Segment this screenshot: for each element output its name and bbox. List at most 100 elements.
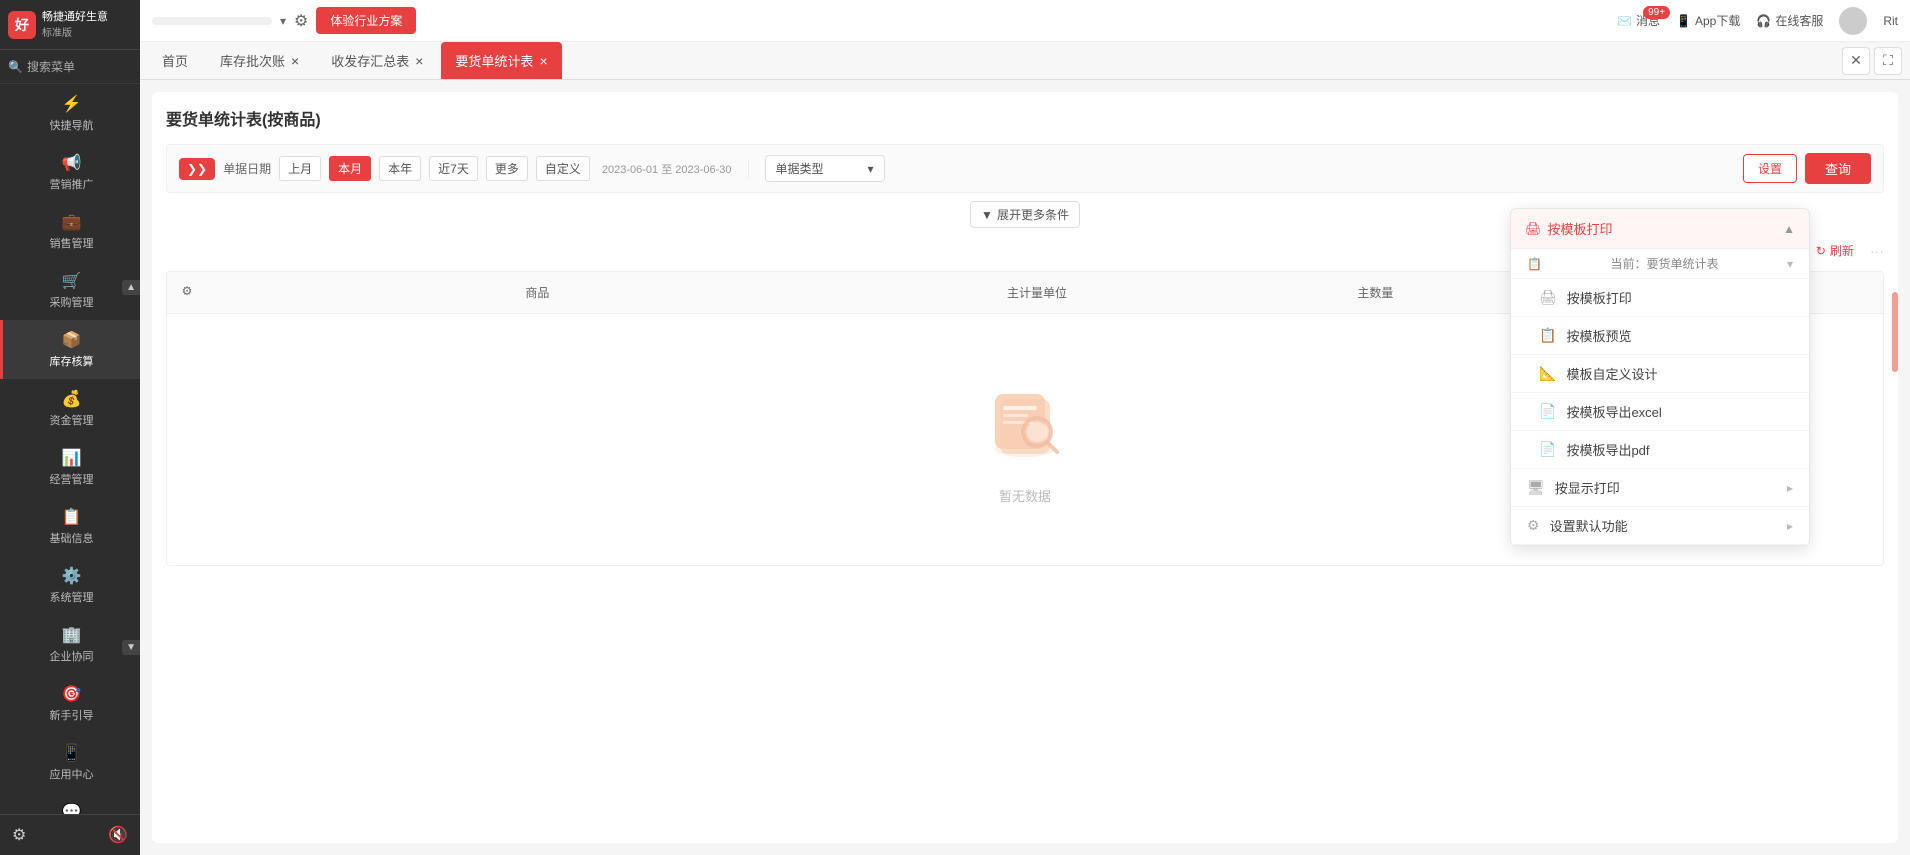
date-btn-this-year[interactable]: 本年 xyxy=(379,156,421,181)
expand-more-btn[interactable]: ▼ 展开更多条件 xyxy=(970,201,1080,228)
sidebar: 好 畅捷通好生意 标准版 🔍 搜索菜单 ⚡ 快捷导航 📢 营销推广 💼 销售管理… xyxy=(0,0,140,855)
tab-receipt-summary-close[interactable]: × xyxy=(415,54,423,68)
date-range-display: 2023-06-01 至 2023-06-30 xyxy=(602,161,732,177)
page-title: 要货单统计表(按商品) xyxy=(166,106,1884,130)
th-quantity: 主数量 xyxy=(1206,280,1544,305)
purchase-icon: 🛒 xyxy=(62,271,82,291)
scroll-thumb[interactable] xyxy=(1892,292,1898,372)
sidebar-item-wechat[interactable]: 💬 企业微信 xyxy=(0,792,140,814)
app-name: 畅捷通好生意 xyxy=(42,10,108,24)
sidebar-search[interactable]: 🔍 搜索菜单 xyxy=(0,50,140,84)
dropdown-title: 🖨 按模板打印 xyxy=(1525,219,1613,238)
app-download-btn[interactable]: 📱 App下载 xyxy=(1676,12,1740,29)
sidebar-item-sales[interactable]: 💼 销售管理 xyxy=(0,202,140,261)
headset-icon: 🎧 xyxy=(1756,14,1771,28)
sidebar-item-finance[interactable]: 💰 资金管理 xyxy=(0,379,140,438)
industry-btn[interactable]: 体验行业方案 xyxy=(316,7,416,34)
sidebar-item-operation[interactable]: 📊 经营管理 xyxy=(0,438,140,497)
date-btn-this-month[interactable]: 本月 xyxy=(329,156,371,181)
date-btn-custom[interactable]: 自定义 xyxy=(536,156,590,181)
sidebar-item-purchase[interactable]: 🛒 采购管理 xyxy=(0,261,140,320)
type-select-label: 单据类型 xyxy=(776,160,824,177)
tab-order-summary-close[interactable]: × xyxy=(539,54,547,68)
dropdown-item-display-print[interactable]: 🖥 按显示打印 ▸ xyxy=(1511,469,1809,507)
sidebar-item-label: 销售管理 xyxy=(50,235,94,251)
template-custom-label: 模板自定义设计 xyxy=(1566,364,1793,383)
message-btn[interactable]: ✉️ 消息 99+ xyxy=(1617,12,1660,29)
topbar-search-box xyxy=(152,17,272,25)
tab-home[interactable]: 首页 xyxy=(148,42,202,79)
sidebar-scroll-down[interactable]: ▼ xyxy=(122,640,140,655)
dropdown-item-export-excel[interactable]: 📄 按模板导出excel xyxy=(1511,393,1809,431)
sidebar-item-system[interactable]: ⚙️ 系统管理 xyxy=(0,556,140,615)
current-arrow: ▾ xyxy=(1787,257,1793,271)
app-version: 标准版 xyxy=(42,24,108,39)
filter-expand-icon-btn[interactable]: ❯❯ xyxy=(179,158,215,180)
default-func-arrow: ▸ xyxy=(1787,519,1793,533)
tab-batch-account[interactable]: 库存批次账 × xyxy=(206,42,313,79)
date-btn-prev-month[interactable]: 上月 xyxy=(279,156,321,181)
sidebar-item-quick-nav[interactable]: ⚡ 快捷导航 xyxy=(0,84,140,143)
tab-receipt-summary[interactable]: 收发存汇总表 × xyxy=(317,42,437,79)
settings-btn[interactable]: 设置 xyxy=(1743,154,1797,183)
empty-text: 暂无数据 xyxy=(999,486,1051,505)
refresh-btn[interactable]: ↻ 刷新 xyxy=(1808,238,1862,263)
export-pdf-label: 按模板导出pdf xyxy=(1566,440,1793,459)
query-btn[interactable]: 查询 xyxy=(1805,153,1871,184)
sidebar-item-label: 基础信息 xyxy=(50,530,94,546)
sidebar-item-label: 应用中心 xyxy=(50,766,94,782)
sidebar-item-newbie[interactable]: 🎯 新手引导 xyxy=(0,674,140,733)
dropdown-item-default-func[interactable]: ⚙ 设置默认功能 ▸ xyxy=(1511,507,1809,545)
dropdown-item-template-custom[interactable]: 📐 模板自定义设计 xyxy=(1511,355,1809,393)
tabs-bar: 首页 库存批次账 × 收发存汇总表 × 要货单统计表 × ✕ ⛶ xyxy=(140,42,1910,80)
operation-icon: 📊 xyxy=(62,448,82,468)
maximize-tab-btn[interactable]: ⛶ xyxy=(1874,47,1902,75)
more-options-btn[interactable]: ··· xyxy=(1870,243,1884,259)
mute-icon[interactable]: 🔇 xyxy=(108,825,128,845)
dropdown-item-export-pdf[interactable]: 📄 按模板导出pdf xyxy=(1511,431,1809,469)
sidebar-item-label: 系统管理 xyxy=(50,589,94,605)
date-btn-7days[interactable]: 近7天 xyxy=(429,156,478,181)
sidebar-item-enterprise[interactable]: 🏢 企业协同 xyxy=(0,615,140,674)
th-product: 商品 xyxy=(207,280,868,305)
dropdown-current-label: 📋 当前：要货单统计表 ▾ xyxy=(1511,249,1809,279)
sidebar-item-label: 营销推广 xyxy=(50,176,94,192)
topbar-gear-icon[interactable]: ⚙ xyxy=(294,11,308,31)
sidebar-item-inventory[interactable]: 📦 库存核算 xyxy=(0,320,140,379)
sidebar-item-label: 企业协同 xyxy=(50,648,94,664)
dropdown-collapse-btn[interactable]: ▲ xyxy=(1783,222,1795,236)
th-unit: 主计量单位 xyxy=(868,280,1206,305)
message-icon: ✉️ xyxy=(1617,14,1632,28)
sidebar-item-apps[interactable]: 📱 应用中心 xyxy=(0,733,140,792)
excel-icon: 📄 xyxy=(1539,403,1556,420)
topbar: ▾ ⚙ 体验行业方案 ✉️ 消息 99+ 📱 App下载 🎧 在线客服 Rit xyxy=(140,0,1910,42)
tab-batch-account-close[interactable]: × xyxy=(291,54,299,68)
dropdown-item-template-preview[interactable]: 📋 按模板预览 xyxy=(1511,317,1809,355)
logo-icon: 好 xyxy=(8,11,36,39)
close-tab-btn[interactable]: ✕ xyxy=(1842,47,1870,75)
online-service-btn[interactable]: 🎧 在线客服 xyxy=(1756,12,1823,29)
settings-icon-col[interactable]: ⚙ xyxy=(182,284,193,298)
sidebar-scroll-up[interactable]: ▲ xyxy=(122,280,140,295)
tab-batch-account-label: 库存批次账 xyxy=(220,51,285,70)
th-checkbox: ⚙ xyxy=(167,280,207,305)
type-select[interactable]: 单据类型 ▾ xyxy=(765,155,885,182)
filter-divider-1 xyxy=(748,159,749,179)
dropdown-item-template-print[interactable]: 🖨 按模板打印 xyxy=(1511,279,1809,317)
sidebar-item-base[interactable]: 📋 基础信息 xyxy=(0,497,140,556)
current-label-text: 当前：要货单统计表 xyxy=(1610,255,1718,272)
marketing-icon: 📢 xyxy=(62,153,82,173)
tab-order-summary[interactable]: 要货单统计表 × xyxy=(441,42,561,79)
dropdown-title-text: 按模板打印 xyxy=(1548,219,1613,238)
sidebar-item-marketing[interactable]: 📢 营销推广 xyxy=(0,143,140,202)
date-btn-more[interactable]: 更多 xyxy=(486,156,528,181)
preview-icon: 📋 xyxy=(1539,327,1556,344)
topbar-dropdown-arrow[interactable]: ▾ xyxy=(280,14,286,28)
user-avatar[interactable] xyxy=(1839,7,1867,35)
settings-icon[interactable]: ⚙ xyxy=(12,825,26,845)
base-icon: 📋 xyxy=(62,507,82,527)
refresh-icon: ↻ xyxy=(1816,244,1826,258)
online-service-label: 在线客服 xyxy=(1775,12,1823,29)
sidebar-item-label: 采购管理 xyxy=(50,294,94,310)
main-content: ▾ ⚙ 体验行业方案 ✉️ 消息 99+ 📱 App下载 🎧 在线客服 Rit … xyxy=(140,0,1910,855)
